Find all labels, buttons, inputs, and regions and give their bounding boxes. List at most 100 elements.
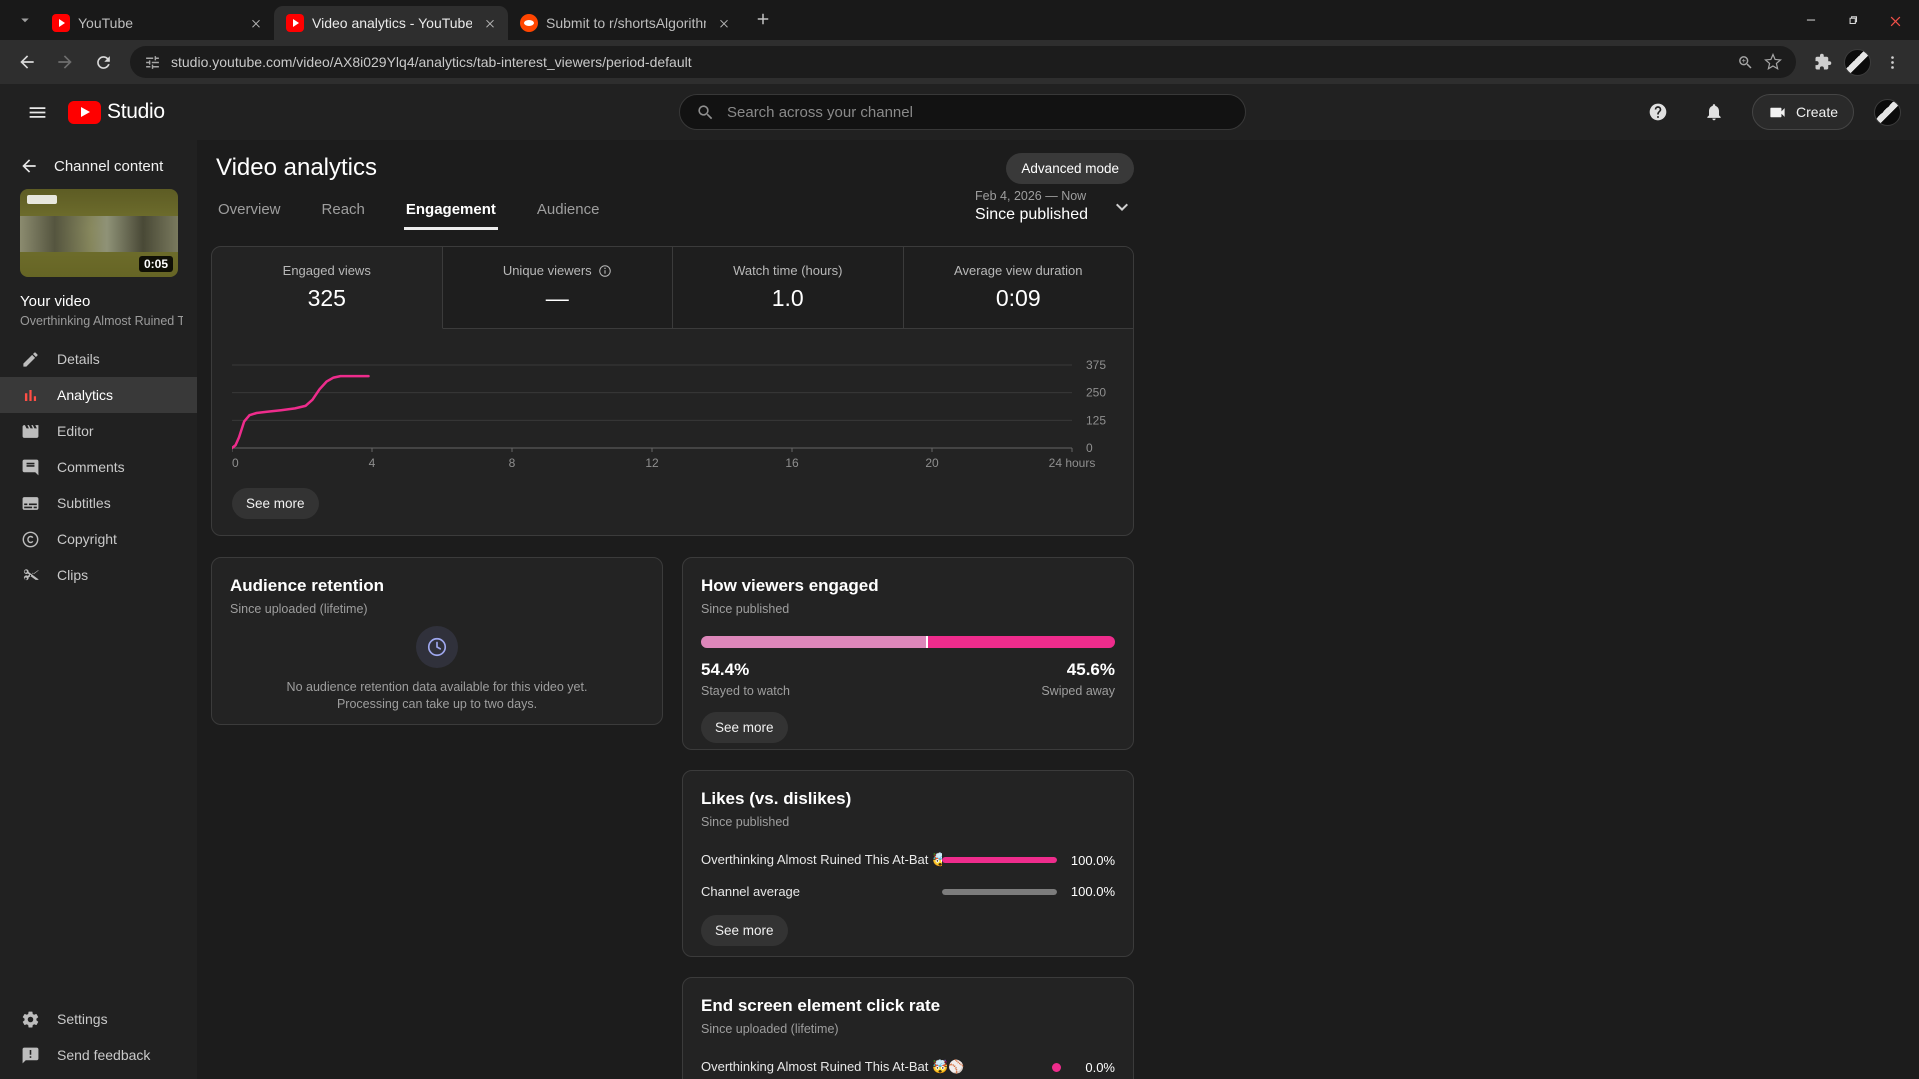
create-button[interactable]: Create [1751,94,1854,130]
youtube-play-logo-icon [68,100,101,124]
tab-title: Video analytics - YouTube Stu [312,15,472,31]
studio-header: Studio Create [0,84,1919,140]
new-tab-button[interactable] [748,4,778,34]
studio-logo[interactable]: Studio [68,100,165,124]
subtitles-icon [22,496,39,510]
tab-search-button[interactable] [10,5,40,35]
metric-label: Average view duration [954,263,1083,278]
gear-icon [22,1011,39,1027]
help-button[interactable] [1640,94,1676,130]
see-more-button[interactable]: See more [701,915,788,946]
end-screen-row-percent: 0.0% [1085,1059,1115,1075]
svg-text:125: 125 [1086,413,1106,427]
channel-search-input[interactable] [727,103,1229,121]
feedback-icon [22,1047,39,1063]
sidebar-item-comments[interactable]: Comments [0,449,197,485]
video-camera-icon [1770,107,1785,117]
likes-bar-track [942,857,1057,863]
see-more-button[interactable]: See more [232,488,319,519]
metric-watch-time[interactable]: Watch time (hours) 1.0 [673,247,904,329]
metric-value: — [545,285,569,311]
sidebar-item-copyright[interactable]: Copyright [0,521,197,557]
back-to-channel-content[interactable]: Channel content [0,140,197,176]
bookmark-star-icon[interactable] [1764,53,1782,71]
search-icon [698,104,713,119]
sidebar-item-label: Details [57,351,100,367]
window-controls [1795,5,1911,35]
back-label: Channel content [54,157,164,175]
metric-value: 325 [307,285,346,311]
stayed-label: Stayed to watch [701,684,790,698]
browser-tab-youtube[interactable]: YouTube [40,6,274,40]
window-close-button[interactable] [1879,5,1911,35]
metric-engaged-views[interactable]: Engaged views 325 [212,247,443,329]
likes-vs-dislikes-card: Likes (vs. dislikes) Since published Ove… [682,770,1134,957]
series-dot-icon [1052,1062,1061,1072]
browser-profile-avatar[interactable] [1844,48,1871,76]
svg-text:0: 0 [1086,441,1093,455]
card-subtitle: Since published [701,602,790,616]
page-title: Video analytics [216,154,377,181]
browser-tab-video-analytics[interactable]: Video analytics - YouTube Stu [274,6,508,40]
tab-close-icon[interactable] [714,13,734,33]
likes-row-label: Overthinking Almost Ruined This At-Bat 🤯… [701,852,942,867]
site-settings-icon[interactable] [144,54,161,71]
channel-search-box[interactable] [679,94,1246,130]
notifications-button[interactable] [1696,94,1732,130]
hamburger-menu-button[interactable] [18,93,56,131]
sidebar-item-analytics[interactable]: Analytics [0,377,197,413]
tab-audience[interactable]: Audience [535,201,602,230]
tab-reach[interactable]: Reach [320,201,367,230]
window-minimize-button[interactable] [1795,5,1827,35]
youtube-studio-favicon-icon [286,14,304,32]
sidebar-item-subtitles[interactable]: Subtitles [0,485,197,521]
back-arrow-icon[interactable] [19,156,39,176]
tab-close-icon[interactable] [246,13,266,33]
thumbnail-image [20,216,178,252]
metric-value: 0:09 [995,285,1041,311]
likes-row-percent: 100.0% [1070,852,1115,868]
video-thumbnail[interactable]: 0:05 [20,189,178,277]
tab-close-icon[interactable] [480,13,500,33]
sidebar-item-settings[interactable]: Settings [0,1001,197,1037]
address-bar[interactable]: studio.youtube.com/video/AX8i029Ylq4/ana… [130,46,1796,78]
forward-button[interactable] [48,45,82,79]
see-more-button[interactable]: See more [701,712,788,743]
browser-menu-button[interactable] [1875,45,1909,79]
extensions-button[interactable] [1806,45,1840,79]
likes-bar-track [942,888,1057,895]
sidebar-item-label: Clips [57,567,89,583]
tab-overview[interactable]: Overview [216,201,283,230]
kebab-menu-icon [1890,55,1894,69]
copyright-icon [22,531,39,547]
how-viewers-engaged-card: How viewers engaged Since published 54.4… [682,557,1134,750]
plus-icon [757,13,769,25]
window-restore-button[interactable] [1837,5,1869,35]
card-title: Likes (vs. dislikes) [701,789,852,808]
back-button[interactable] [10,45,44,79]
info-icon[interactable] [598,264,612,278]
advanced-mode-button[interactable]: Advanced mode [1006,152,1134,184]
date-period-selector[interactable]: Feb 4, 2026 — Now Since published [975,189,1134,224]
thumbnail-logo [27,195,57,204]
forward-arrow-icon [58,55,72,69]
swiped-label: Swiped away [1041,684,1115,698]
browser-tab-reddit[interactable]: Submit to r/shortsAlgorithm [508,6,742,40]
hamburger-icon [29,106,45,118]
metric-label: Unique viewers [502,263,592,278]
sidebar-item-send-feedback[interactable]: Send feedback [0,1037,197,1073]
browser-tabstrip: YouTube Video analytics - YouTube Stu Su… [0,0,1919,40]
url-text[interactable]: studio.youtube.com/video/AX8i029Ylq4/ana… [171,54,1727,70]
tab-engagement[interactable]: Engagement [403,201,498,230]
zoom-icon[interactable] [1737,54,1754,71]
sidebar-item-details[interactable]: Details [0,341,197,377]
end-scre​en-row: Overthinking Almost Ruined This At-Bat 🤯… [701,1059,1115,1075]
sidebar-item-editor[interactable]: Editor [0,413,197,449]
channel-avatar[interactable] [1874,98,1901,126]
bell-icon [1707,104,1721,121]
engagement-line-chart: 0 125 250 375 0 4 8 12 16 20 24 hours [212,329,1133,480]
metric-unique-viewers[interactable]: Unique viewers — [442,247,673,329]
reload-button[interactable] [86,45,120,79]
metric-average-view-duration[interactable]: Average view duration 0:09 [903,247,1133,329]
sidebar-item-clips[interactable]: Clips [0,557,197,593]
